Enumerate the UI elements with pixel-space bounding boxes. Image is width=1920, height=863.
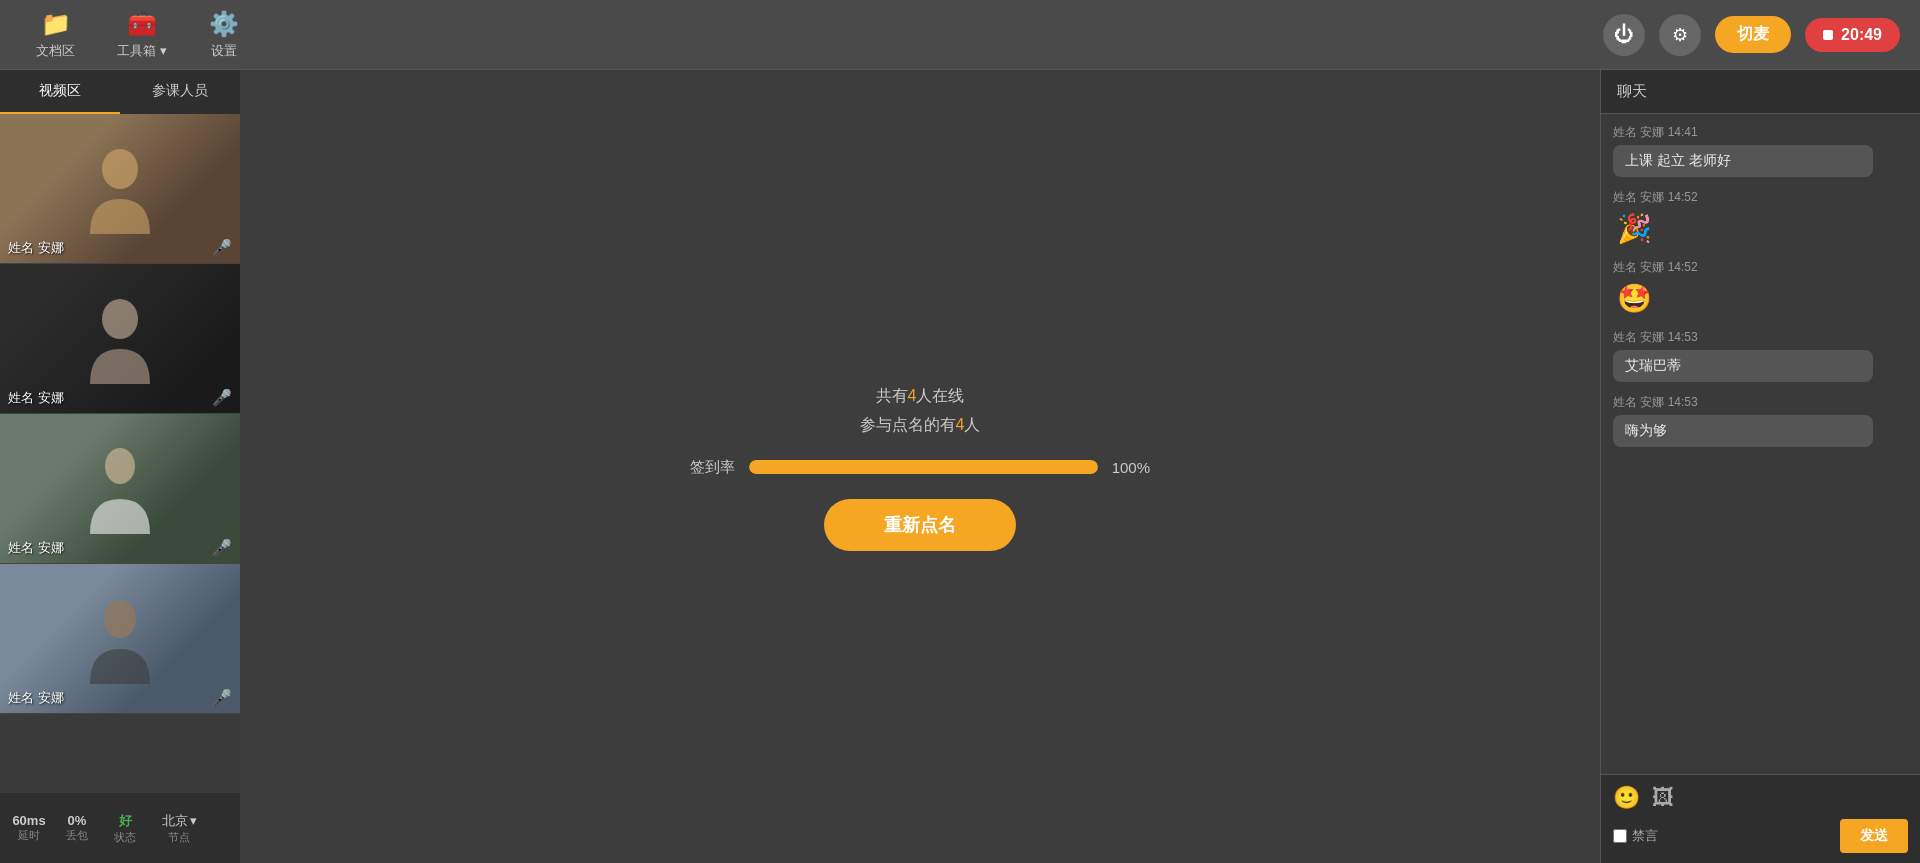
delay-value: 60ms (12, 813, 45, 828)
exit-btn[interactable]: ⏻ (1603, 14, 1645, 56)
settings-btn[interactable]: ⚙️ 设置 (193, 4, 255, 66)
attendance-card: 共有4人在线 参与点名的有4人 签到率 100% 重新点名 (690, 382, 1150, 551)
svg-point-0 (102, 149, 138, 189)
person-silhouette-2 (80, 294, 160, 384)
folder-icon: 📁 (41, 10, 71, 38)
toolbar-right: ⏻ ⚙ 切麦 20:49 (1603, 14, 1920, 56)
loss-status: 0% 丢包 (58, 813, 96, 843)
msg-meta-1: 姓名 安娜 14:41 (1613, 124, 1908, 141)
progress-bar-bg (749, 460, 1098, 474)
video-mic-1: 🎤 (212, 238, 232, 257)
delay-label: 延时 (18, 828, 40, 843)
mute-text: 禁言 (1632, 827, 1658, 845)
tab-participants[interactable]: 参课人员 (120, 70, 240, 114)
msg-bubble-5: 嗨为够 (1613, 415, 1873, 447)
node-status[interactable]: 北京 ▾ 节点 (154, 812, 204, 845)
svg-point-1 (102, 299, 138, 339)
msg-meta-2: 姓名 安娜 14:52 (1613, 189, 1908, 206)
toolbox-btn[interactable]: 🧰 工具箱 ▾ (101, 4, 183, 66)
video-item: 姓名 安娜 🎤 (0, 414, 240, 564)
settings-label: 设置 (211, 42, 237, 60)
chat-message-1: 姓名 安娜 14:41 上课 起立 老师好 (1613, 124, 1908, 177)
attendance-info: 共有4人在线 参与点名的有4人 (860, 382, 981, 440)
loss-label: 丢包 (66, 828, 88, 843)
send-button[interactable]: 发送 (1840, 819, 1908, 853)
svg-point-2 (105, 448, 135, 484)
settings-icon: ⚙️ (209, 10, 239, 38)
video-label-3: 姓名 安娜 (8, 539, 64, 557)
toolbox-icon: 🧰 (127, 10, 157, 38)
docs-btn[interactable]: 📁 文档区 (20, 4, 91, 66)
chat-message-5: 姓名 安娜 14:53 嗨为够 (1613, 394, 1908, 447)
chat-message-2: 姓名 安娜 14:52 🎉 (1613, 189, 1908, 247)
image-btn[interactable]: 🖼 (1652, 785, 1674, 811)
msg-bubble-2: 🎉 (1613, 210, 1873, 247)
progress-bar-fill (749, 460, 1098, 474)
timer-dot (1823, 30, 1833, 40)
timer-button[interactable]: 20:49 (1805, 18, 1900, 52)
video-label-4: 姓名 安娜 (8, 689, 64, 707)
node-value: 北京 ▾ (162, 812, 197, 830)
participated-line: 参与点名的有4人 (860, 411, 981, 440)
video-label-2: 姓名 安娜 (8, 389, 64, 407)
person-silhouette-1 (80, 144, 160, 234)
video-label-1: 姓名 安娜 (8, 239, 64, 257)
msg-bubble-3: 🤩 (1613, 280, 1873, 317)
progress-pct: 100% (1112, 459, 1150, 476)
mute-checkbox[interactable] (1613, 829, 1627, 843)
msg-bubble-1: 上课 起立 老师好 (1613, 145, 1873, 177)
chat-title: 聊天 (1617, 82, 1647, 101)
video-item: 姓名 安娜 🎤 (0, 564, 240, 714)
chat-messages: 姓名 安娜 14:41 上课 起立 老师好 姓名 安娜 14:52 🎉 姓名 安… (1601, 114, 1920, 774)
main-area: 视频区 参课人员 姓名 安娜 🎤 (0, 70, 1920, 863)
msg-meta-5: 姓名 安娜 14:53 (1613, 394, 1908, 411)
progress-row: 签到率 100% (690, 458, 1150, 477)
toolbar-left: 📁 文档区 🧰 工具箱 ▾ ⚙️ 设置 (0, 4, 275, 66)
msg-meta-3: 姓名 安娜 14:52 (1613, 259, 1908, 276)
toolbar: 📁 文档区 🧰 工具箱 ▾ ⚙️ 设置 ⏻ ⚙ 切麦 20:49 (0, 0, 1920, 70)
svg-point-3 (104, 600, 136, 638)
rate-label: 签到率 (690, 458, 735, 477)
chat-footer: 🙂 🖼 禁言 发送 (1601, 774, 1920, 863)
gear-btn[interactable]: ⚙ (1659, 14, 1701, 56)
chat-input-row: 禁言 发送 (1613, 819, 1908, 853)
video-mic-2: 🎤 (212, 388, 232, 407)
emoji-btn[interactable]: 🙂 (1613, 785, 1640, 811)
video-item: 姓名 安娜 🎤 (0, 264, 240, 414)
qiemac-button[interactable]: 切麦 (1715, 16, 1791, 53)
recheck-button[interactable]: 重新点名 (824, 499, 1016, 551)
timer-label: 20:49 (1841, 26, 1882, 44)
total-line: 共有4人在线 (860, 382, 981, 411)
delay-status: 60ms 延时 (10, 813, 48, 843)
state-label: 状态 (114, 830, 136, 845)
msg-bubble-4: 艾瑞巴蒂 (1613, 350, 1873, 382)
video-list: 姓名 安娜 🎤 姓名 安娜 🎤 (0, 114, 240, 793)
video-mic-4: 🎤 (212, 688, 232, 707)
state-value: 好 (119, 812, 132, 830)
person-silhouette-4 (80, 594, 160, 684)
center-content: 共有4人在线 参与点名的有4人 签到率 100% 重新点名 (240, 70, 1600, 863)
chat-message-4: 姓名 安娜 14:53 艾瑞巴蒂 (1613, 329, 1908, 382)
chat-header: 聊天 (1601, 70, 1920, 114)
sidebar-tabs: 视频区 参课人员 (0, 70, 240, 114)
msg-meta-4: 姓名 安娜 14:53 (1613, 329, 1908, 346)
chat-message-3: 姓名 安娜 14:52 🤩 (1613, 259, 1908, 317)
sidebar-status: 60ms 延时 0% 丢包 好 状态 北京 ▾ 节点 (0, 793, 240, 863)
video-mic-3: 🎤 (212, 538, 232, 557)
tab-video[interactable]: 视频区 (0, 70, 120, 114)
mute-label[interactable]: 禁言 (1613, 827, 1658, 845)
sidebar: 视频区 参课人员 姓名 安娜 🎤 (0, 70, 240, 863)
node-label: 节点 (168, 830, 190, 845)
toolbox-label: 工具箱 ▾ (117, 42, 167, 60)
docs-label: 文档区 (36, 42, 75, 60)
state-status: 好 状态 (106, 812, 144, 845)
chat-tools: 🙂 🖼 (1613, 785, 1908, 811)
person-silhouette-3 (80, 444, 160, 534)
chat-panel: 聊天 姓名 安娜 14:41 上课 起立 老师好 姓名 安娜 14:52 🎉 姓… (1600, 70, 1920, 863)
loss-value: 0% (68, 813, 87, 828)
video-item: 姓名 安娜 🎤 (0, 114, 240, 264)
